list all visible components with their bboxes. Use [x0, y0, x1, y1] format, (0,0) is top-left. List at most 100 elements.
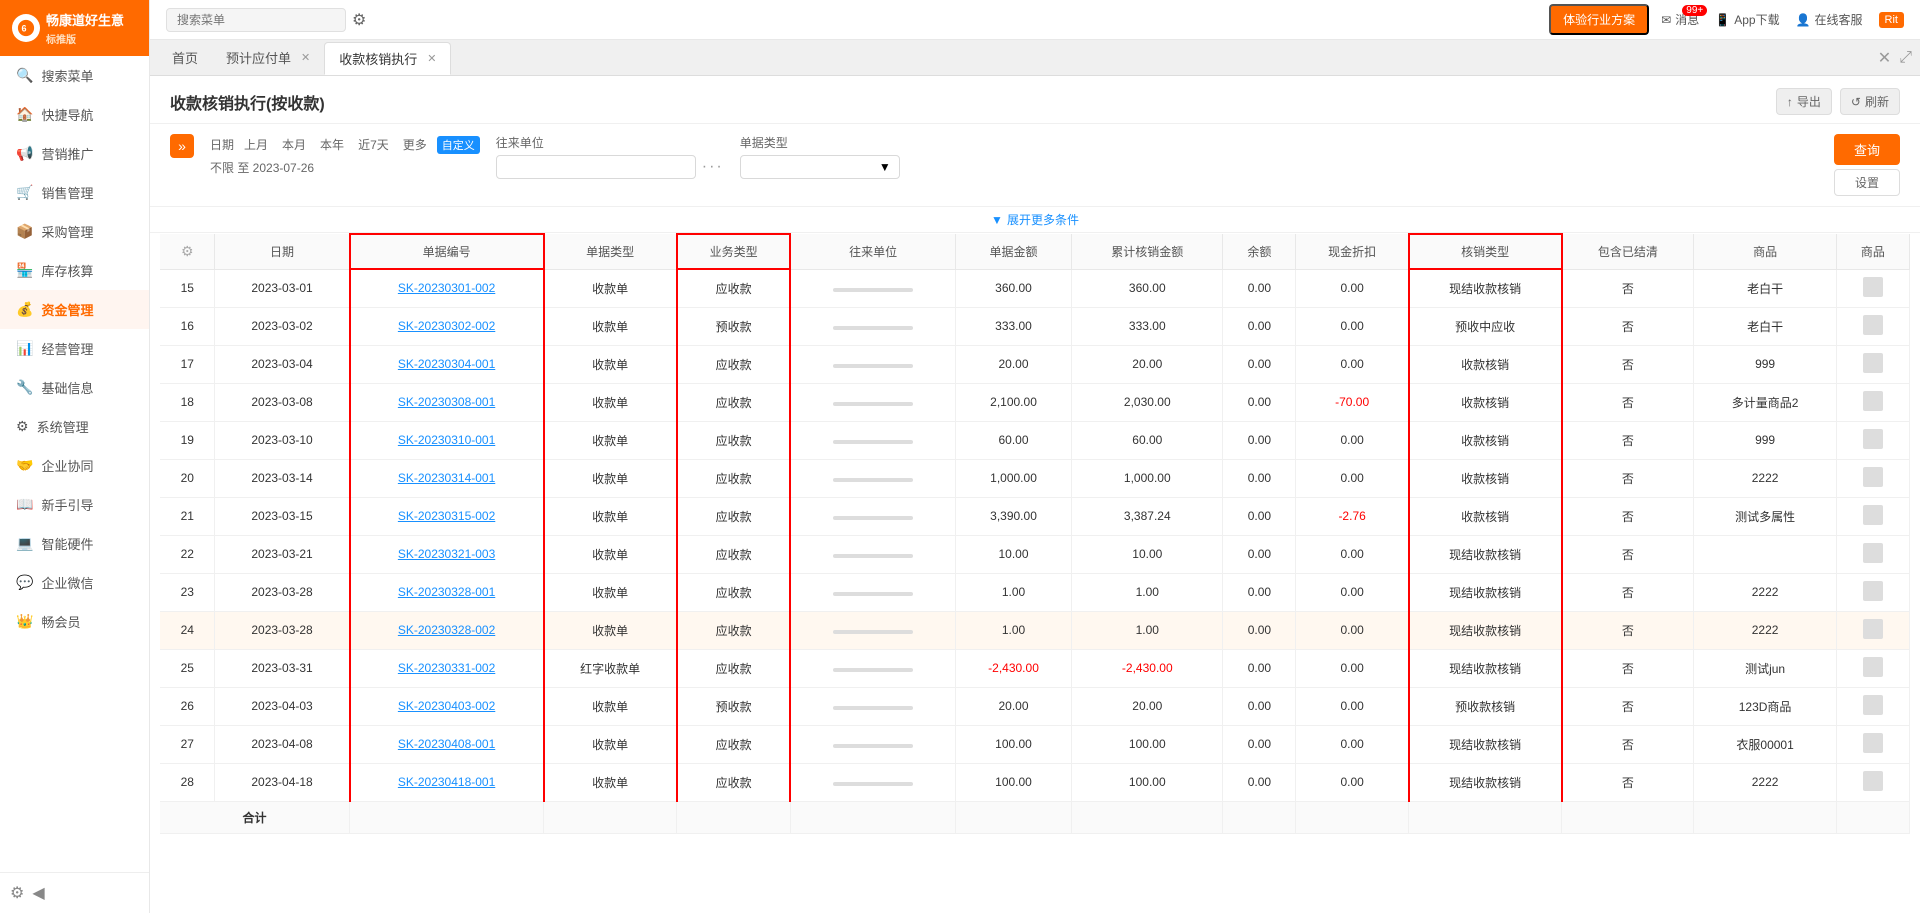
- online-service-button[interactable]: 👤 在线客服: [1796, 11, 1863, 28]
- cell-partner: [790, 649, 955, 687]
- doctype-select[interactable]: ▼: [740, 155, 900, 179]
- user-avatar[interactable]: Rit: [1879, 12, 1904, 28]
- topbar-gear-icon[interactable]: ⚙: [352, 10, 366, 30]
- tab-pending-close-icon[interactable]: ✕: [301, 51, 310, 64]
- sidebar-item-guide[interactable]: 📖 新手引导: [0, 485, 149, 524]
- cell-no: 24: [160, 611, 215, 649]
- settings-bottom-icon[interactable]: ⚙: [10, 883, 24, 903]
- tab-expand-icon[interactable]: ⤢: [1899, 49, 1912, 67]
- filter-toggle-button[interactable]: »: [170, 134, 194, 158]
- cell-discount: -2.76: [1296, 497, 1409, 535]
- doc-no-link[interactable]: SK-20230403-002: [398, 699, 495, 713]
- cell-date: 2023-04-18: [215, 763, 350, 801]
- collapse-icon[interactable]: ◀: [32, 883, 44, 903]
- doc-no-link[interactable]: SK-20230331-002: [398, 661, 495, 675]
- cell-discount: 0.00: [1296, 269, 1409, 307]
- tab-pending-payment[interactable]: 预计应付单 ✕: [212, 42, 324, 73]
- sidebar-item-basic[interactable]: 🔧 基础信息: [0, 368, 149, 407]
- cell-amount: 100.00: [955, 725, 1071, 763]
- cell-product1: 2222: [1694, 763, 1836, 801]
- table-row: 23 2023-03-28 SK-20230328-001 收款单 应收款 1.…: [160, 573, 1910, 611]
- message-button[interactable]: ✉ 消息 99+: [1661, 11, 1699, 28]
- message-icon: ✉: [1661, 13, 1671, 27]
- sidebar-item-inventory[interactable]: 🏪 库存核算: [0, 251, 149, 290]
- table-row: 16 2023-03-02 SK-20230302-002 收款单 预收款 33…: [160, 307, 1910, 345]
- tab-home[interactable]: 首页: [158, 42, 212, 73]
- doc-no-link[interactable]: SK-20230328-001: [398, 585, 495, 599]
- date-this-month-btn[interactable]: 本月: [278, 134, 310, 155]
- date-custom-btn[interactable]: 自定义: [437, 136, 480, 154]
- svg-text:6: 6: [22, 24, 27, 34]
- doc-no-link[interactable]: SK-20230418-001: [398, 775, 495, 789]
- export-button[interactable]: ↑ 导出: [1776, 88, 1832, 115]
- doc-no-link[interactable]: SK-20230328-002: [398, 623, 495, 637]
- topbar-search-input[interactable]: [166, 8, 346, 32]
- sidebar-item-purchase[interactable]: 📦 采购管理: [0, 212, 149, 251]
- tab-write-off[interactable]: 收款核销执行 ✕: [324, 42, 451, 75]
- cell-partner: [790, 345, 955, 383]
- sidebar-item-system[interactable]: ⚙ 系统管理: [0, 407, 149, 446]
- sidebar-item-member[interactable]: 👑 畅会员: [0, 602, 149, 641]
- col-write-off: 累计核销金额: [1072, 234, 1223, 269]
- sidebar-item-search[interactable]: 🔍 搜索菜单: [0, 56, 149, 95]
- col-partner: 往来单位: [790, 234, 955, 269]
- filter-dots[interactable]: ···: [702, 158, 724, 176]
- cell-doc-type: 收款单: [544, 459, 677, 497]
- solution-button[interactable]: 体验行业方案: [1549, 4, 1649, 35]
- doc-no-link[interactable]: SK-20230321-003: [398, 547, 495, 561]
- sidebar-item-wechat[interactable]: 💬 企业微信: [0, 563, 149, 602]
- col-settings-icon[interactable]: ⚙: [181, 243, 194, 259]
- cell-balance: 0.00: [1223, 763, 1296, 801]
- doc-no-link[interactable]: SK-20230408-001: [398, 737, 495, 751]
- table-row: 27 2023-04-08 SK-20230408-001 收款单 应收款 10…: [160, 725, 1910, 763]
- cell-product2: [1836, 269, 1909, 307]
- tab-write-off-close-icon[interactable]: ✕: [427, 52, 436, 65]
- avatar-text: Rit: [1879, 12, 1904, 28]
- cell-write-off: 20.00: [1072, 345, 1223, 383]
- cell-write-off: 3,387.24: [1072, 497, 1223, 535]
- cell-amount: 20.00: [955, 687, 1071, 725]
- cell-biz-type: 应收款: [677, 497, 791, 535]
- date-this-year-btn[interactable]: 本年: [316, 134, 348, 155]
- sidebar-item-shortcut[interactable]: 🏠 快捷导航: [0, 95, 149, 134]
- sidebar-item-finance[interactable]: 💰 资金管理: [0, 290, 149, 329]
- cell-doc-no: SK-20230301-002: [350, 269, 544, 307]
- cell-balance: 0.00: [1223, 345, 1296, 383]
- cell-no: 25: [160, 649, 215, 687]
- doc-no-link[interactable]: SK-20230315-002: [398, 509, 495, 523]
- sidebar-item-marketing[interactable]: 📢 营销推广: [0, 134, 149, 173]
- app-download-button[interactable]: 📱 App下载: [1715, 11, 1779, 28]
- cell-no: 27: [160, 725, 215, 763]
- sidebar-item-enterprise[interactable]: 🤝 企业协同: [0, 446, 149, 485]
- main-area: ⚙ 体验行业方案 ✉ 消息 99+ 📱 App下载 👤 在线客服 Rit 首: [150, 0, 1920, 913]
- cell-write-off-type: 收款核销: [1409, 345, 1562, 383]
- date-last-month-btn[interactable]: 上月: [240, 134, 272, 155]
- doc-no-link[interactable]: SK-20230308-001: [398, 395, 495, 409]
- topbar-search-area: ⚙: [166, 8, 1537, 32]
- doc-no-link[interactable]: SK-20230301-002: [398, 281, 495, 295]
- doc-no-link[interactable]: SK-20230304-001: [398, 357, 495, 371]
- cell-amount: 10.00: [955, 535, 1071, 573]
- cell-doc-no: SK-20230304-001: [350, 345, 544, 383]
- refresh-button[interactable]: ↺ 刷新: [1840, 88, 1900, 115]
- doc-no-link[interactable]: SK-20230302-002: [398, 319, 495, 333]
- filter-expand-btn[interactable]: ▼ 展开更多条件: [991, 211, 1079, 228]
- col-settings[interactable]: ⚙: [160, 234, 215, 269]
- partner-input[interactable]: [496, 155, 696, 179]
- sidebar-item-management[interactable]: 📊 经营管理: [0, 329, 149, 368]
- page-actions: ↑ 导出 ↺ 刷新: [1776, 88, 1900, 115]
- sidebar-item-hardware[interactable]: 💻 智能硬件: [0, 524, 149, 563]
- sidebar-item-sales[interactable]: 🛒 销售管理: [0, 173, 149, 212]
- cell-date: 2023-03-08: [215, 383, 350, 421]
- doc-no-link[interactable]: SK-20230314-001: [398, 471, 495, 485]
- doc-no-link[interactable]: SK-20230310-001: [398, 433, 495, 447]
- date-7days-btn[interactable]: 近7天: [354, 134, 393, 155]
- setting-button[interactable]: 设置: [1834, 169, 1900, 196]
- doctype-arrow-icon: ▼: [879, 160, 891, 174]
- cell-amount: 360.00: [955, 269, 1071, 307]
- cell-biz-type: 应收款: [677, 345, 791, 383]
- table-body: 15 2023-03-01 SK-20230301-002 收款单 应收款 36…: [160, 269, 1910, 801]
- tab-close-all-icon[interactable]: ✕: [1878, 48, 1891, 68]
- date-more-btn[interactable]: 更多: [399, 134, 431, 155]
- query-button[interactable]: 查询: [1834, 134, 1900, 165]
